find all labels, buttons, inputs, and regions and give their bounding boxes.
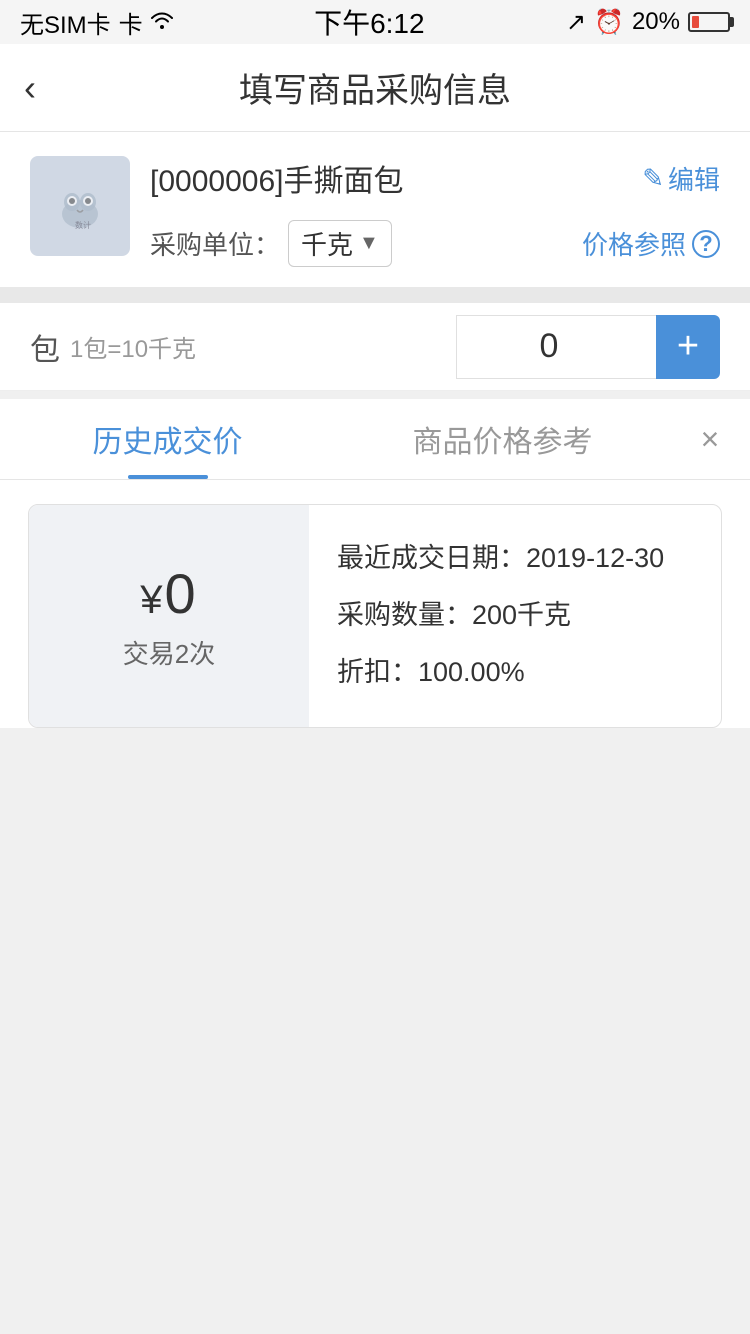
discount-label: 折扣： (337, 657, 418, 687)
main-content: 历史成交价 商品价格参考 × ¥0 交易2次 最近成交日期：2019-12-30 (0, 399, 750, 999)
tab-close-button[interactable]: × (670, 399, 750, 479)
yen-symbol: ¥ (140, 578, 164, 622)
price-reference-button[interactable]: 价格参照 ? (582, 225, 720, 262)
price-card: ¥0 交易2次 最近成交日期：2019-12-30 采购数量：200千克 折扣：… (28, 504, 722, 728)
unit-value: 千克 (301, 225, 353, 262)
tab-history-price[interactable]: 历史成交价 (0, 399, 335, 479)
product-section: 数计 [0000006]手撕面包 ✎ 编辑 采购单位： 千克 ▼ (0, 132, 750, 287)
price-value: 0 (165, 562, 198, 625)
nav-bar: ‹ 填写商品采购信息 (0, 44, 750, 132)
product-image: 数计 (30, 156, 130, 256)
edit-button[interactable]: ✎ 编辑 (642, 160, 720, 197)
section-divider (0, 287, 750, 303)
svg-text:数计: 数计 (75, 220, 91, 230)
qty-unit-badge: 包 (30, 325, 60, 369)
status-right: ↗ ⏰ 20% (566, 8, 730, 37)
battery-pct: 20% (632, 8, 680, 36)
battery-icon (688, 12, 730, 32)
status-bar: 无SIM卡 卡 下午6:12 ↗ ⏰ 20% (0, 0, 750, 44)
unit-dropdown[interactable]: 千克 ▼ (288, 220, 392, 267)
discount-value: 100.00% (418, 657, 525, 687)
tabs-header: 历史成交价 商品价格参考 × (0, 399, 750, 480)
qty-label-container: 包 1包=10千克 (30, 325, 196, 369)
unit-label: 采购单位： (150, 225, 280, 262)
qty-detail-label: 采购数量： (337, 600, 472, 630)
product-thumbnail: 数计 (45, 171, 115, 241)
status-time: 下午6:12 (314, 2, 425, 42)
price-ref-help-icon: ? (692, 230, 720, 258)
battery-fill (692, 16, 699, 28)
tab-history-label: 历史成交价 (93, 417, 243, 461)
unit-row: 采购单位： 千克 ▼ 价格参照 ? (150, 220, 720, 267)
price-left-panel: ¥0 交易2次 (29, 505, 309, 727)
product-name-row: [0000006]手撕面包 ✎ 编辑 (150, 156, 720, 200)
qty-detail-value: 200千克 (472, 600, 571, 630)
dropdown-arrow-icon: ▼ (359, 232, 379, 255)
recent-date-label: 最近成交日期： (337, 543, 526, 573)
qty-input-container: + (456, 315, 720, 379)
edit-icon: ✎ (642, 163, 664, 194)
transaction-count: 交易2次 (123, 634, 215, 671)
tab-product-price-ref[interactable]: 商品价格参考 (335, 399, 670, 479)
product-row: 数计 [0000006]手撕面包 ✎ 编辑 采购单位： 千克 ▼ (30, 156, 720, 267)
back-button[interactable]: ‹ (24, 67, 36, 109)
quantity-input[interactable] (456, 315, 656, 379)
tab-product-label: 商品价格参考 (413, 417, 593, 461)
sim-icon: 卡 (119, 5, 143, 40)
wifi-icon (151, 8, 173, 36)
quantity-section: 包 1包=10千克 + (0, 303, 750, 391)
recent-date-value: 2019-12-30 (526, 543, 664, 573)
location-icon: ↗ (566, 8, 586, 37)
qty-unit-note: 1包=10千克 (70, 329, 196, 364)
tabs-section: 历史成交价 商品价格参考 × ¥0 交易2次 最近成交日期：2019-12-30 (0, 399, 750, 728)
status-left: 无SIM卡 卡 (20, 5, 173, 40)
price-right-panel: 最近成交日期：2019-12-30 采购数量：200千克 折扣：100.00% (309, 505, 721, 727)
qty-row: 采购数量：200千克 (337, 594, 693, 637)
discount-row: 折扣：100.00% (337, 651, 693, 694)
page-title: 填写商品采购信息 (239, 63, 511, 112)
close-icon: × (701, 421, 720, 458)
recent-date-row: 最近成交日期：2019-12-30 (337, 537, 693, 580)
product-details: [0000006]手撕面包 ✎ 编辑 采购单位： 千克 ▼ 价格参照 ? (150, 156, 720, 267)
unit-selector-group: 采购单位： 千克 ▼ (150, 220, 392, 267)
qty-plus-button[interactable]: + (656, 315, 720, 379)
price-ref-label: 价格参照 (582, 225, 686, 262)
carrier-label: 无SIM卡 (20, 5, 111, 40)
edit-label: 编辑 (668, 160, 720, 197)
product-name: [0000006]手撕面包 (150, 156, 403, 200)
price-amount: ¥0 (140, 561, 197, 626)
alarm-icon: ⏰ (594, 8, 624, 37)
